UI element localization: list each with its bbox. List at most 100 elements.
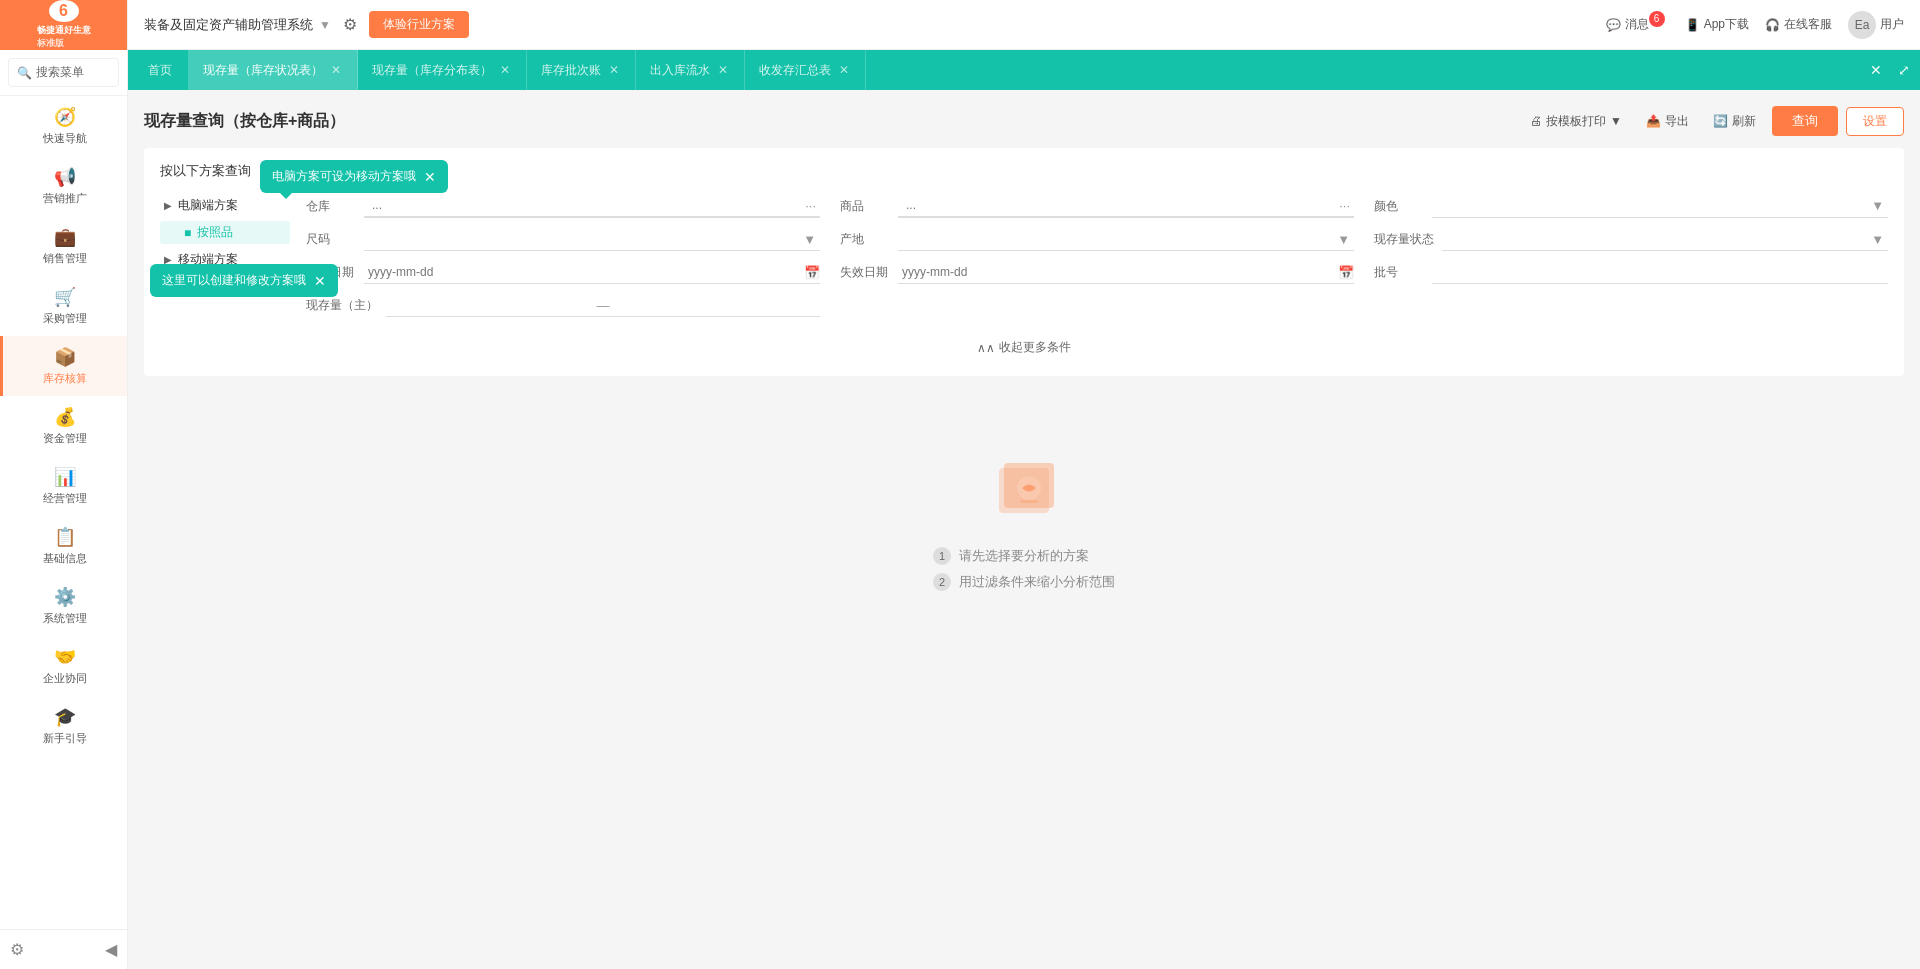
marketing-icon: 📢 xyxy=(54,166,76,188)
export-button[interactable]: 📤 导出 xyxy=(1638,108,1697,135)
color-select[interactable] xyxy=(1432,195,1888,217)
guide-icon: 🧭 xyxy=(54,106,76,128)
size-select[interactable] xyxy=(364,228,820,250)
inventory-icon: 📦 xyxy=(54,346,76,368)
header-settings-button[interactable]: ⚙ xyxy=(343,15,357,34)
stock-status-select[interactable] xyxy=(1442,228,1888,250)
tab-inventory-status-close[interactable]: ✕ xyxy=(329,63,343,77)
filter-expire-date: 失效日期 📅 xyxy=(840,261,1354,284)
filter-size: 尺码 ▼ xyxy=(306,228,820,251)
operation-icon: 📊 xyxy=(54,466,76,488)
sidebar-item-purchase[interactable]: 🛒 采购管理 xyxy=(0,276,127,336)
filter-color: 颜色 ▼ xyxy=(1374,194,1888,218)
tooltip-desktop-scheme: 电脑方案可设为移动方案哦 ✕ xyxy=(260,160,448,193)
collapse-filter-button[interactable]: ∧∧ 收起更多条件 xyxy=(160,331,1888,364)
product-input[interactable] xyxy=(898,194,1354,217)
top-right-actions: 💬 消息 6 📱 App下载 🎧 在线客服 Ea 用户 xyxy=(1606,11,1904,39)
filter-header: 按以下方案查询 + ✎ ◀◀ 电脑方案可设为移动方案哦 ✕ xyxy=(160,160,1888,182)
empty-step-1: 1 请先选择要分析的方案 xyxy=(933,547,1115,565)
message-button[interactable]: 💬 消息 6 xyxy=(1606,16,1669,33)
tooltip2-close-button[interactable]: ✕ xyxy=(314,273,326,289)
filter-produce-date: 生产日期 📅 xyxy=(306,261,820,284)
logo-icon: 6 xyxy=(49,0,79,22)
filter-batch-no: 批号 xyxy=(1374,261,1888,284)
header-settings-icon: ⚙ xyxy=(343,16,357,33)
warehouse-input[interactable] xyxy=(364,194,820,217)
message-icon: 💬 xyxy=(1606,18,1621,32)
filter-stock-qty: 现存量（主） — xyxy=(306,294,820,317)
user-avatar: Ea xyxy=(1848,11,1876,39)
sidebar-item-sales[interactable]: 💼 销售管理 xyxy=(0,216,127,276)
scheme-list: ▶ 电脑端方案 ■ 按照品 ▶ 移动端方案 xyxy=(160,194,290,271)
tab-in-out-flow[interactable]: 出入库流水 ✕ xyxy=(636,50,745,90)
sidebar-collapse-button[interactable]: ◀ xyxy=(105,940,117,959)
tab-batch-ledger[interactable]: 库存批次账 ✕ xyxy=(527,50,636,90)
stock-qty-min-input[interactable] xyxy=(386,294,591,316)
tab-expand-button[interactable]: ⤢ xyxy=(1892,58,1916,82)
scheme-desktop[interactable]: ▶ 电脑端方案 xyxy=(160,194,290,217)
stock-qty-max-input[interactable] xyxy=(616,294,821,316)
sales-icon: 💼 xyxy=(54,226,76,248)
print-button[interactable]: 🖨 按模板打印 ▼ xyxy=(1522,108,1630,135)
expire-date-input[interactable] xyxy=(898,261,1334,283)
filter-header-label: 按以下方案查询 xyxy=(160,162,251,180)
batch-no-input[interactable] xyxy=(1432,261,1888,284)
filter-stock-status: 现存量状态 ▼ xyxy=(1374,228,1888,251)
filter-product: 商品 ··· xyxy=(840,194,1354,218)
tab-inventory-status[interactable]: 现存量（库存状况表） ✕ xyxy=(189,50,358,90)
user-avatar-button[interactable]: Ea 用户 xyxy=(1848,11,1904,39)
tab-collect-summary-close[interactable]: ✕ xyxy=(837,63,851,77)
page-title: 现存量查询（按仓库+商品） xyxy=(144,111,345,132)
online-support-button[interactable]: 🎧 在线客服 xyxy=(1765,16,1832,33)
newbie-icon: 🎓 xyxy=(54,706,76,728)
print-chevron-icon: ▼ xyxy=(1610,114,1622,128)
query-button[interactable]: 查询 xyxy=(1772,106,1838,136)
scheme-desktop-sub1[interactable]: ■ 按照品 xyxy=(160,221,290,244)
search-icon: 🔍 xyxy=(17,66,32,80)
sidebar-item-finance[interactable]: 💰 资金管理 xyxy=(0,396,127,456)
empty-step-2: 2 用过滤条件来缩小分析范围 xyxy=(933,573,1115,591)
tab-in-out-flow-close[interactable]: ✕ xyxy=(716,63,730,77)
sidebar-item-marketing[interactable]: 📢 营销推广 xyxy=(0,156,127,216)
sidebar-item-enterprise[interactable]: 🤝 企业协同 xyxy=(0,636,127,696)
export-icon: 📤 xyxy=(1646,114,1661,128)
logo-text: 畅捷通好生意 标准版 xyxy=(37,24,91,50)
filter-warehouse: 仓库 ··· xyxy=(306,194,820,218)
svg-rect-3 xyxy=(1020,500,1038,503)
sidebar-item-system[interactable]: ⚙️ 系统管理 xyxy=(0,576,127,636)
top-header: 装备及固定资产辅助管理系统 ▼ ⚙ 体验行业方案 💬 消息 6 📱 App下载 … xyxy=(128,0,1920,50)
settings-small-icon: ⚙ xyxy=(10,941,24,958)
finance-icon: 💰 xyxy=(54,406,76,428)
collapse-icon: ◀ xyxy=(105,941,117,958)
content-area: 现存量查询（按仓库+商品） 🖨 按模板打印 ▼ 📤 导出 🔄 刷新 查询 xyxy=(128,90,1920,969)
set-button[interactable]: 设置 xyxy=(1846,107,1904,136)
filter-panel: 按以下方案查询 + ✎ ◀◀ 电脑方案可设为移动方案哦 ✕ ▶ 电脑端方案 xyxy=(144,148,1904,376)
tab-home[interactable]: 首页 xyxy=(132,50,189,90)
tab-batch-ledger-close[interactable]: ✕ xyxy=(607,63,621,77)
page-actions: 🖨 按模板打印 ▼ 📤 导出 🔄 刷新 查询 设置 xyxy=(1522,106,1904,136)
sidebar-item-guide[interactable]: 🧭 快速导航 xyxy=(0,96,127,156)
sidebar-item-operation[interactable]: 📊 经营管理 xyxy=(0,456,127,516)
produce-date-calendar-icon[interactable]: 📅 xyxy=(804,265,820,280)
tab-inventory-dist[interactable]: 现存量（库存分布表） ✕ xyxy=(358,50,527,90)
system-name: 装备及固定资产辅助管理系统 ▼ xyxy=(144,16,331,34)
sidebar-item-newbie[interactable]: 🎓 新手引导 xyxy=(0,696,127,756)
tab-close-all-button[interactable]: ✕ xyxy=(1864,58,1888,82)
tab-collect-summary[interactable]: 收发存汇总表 ✕ xyxy=(745,50,866,90)
tooltip1-close-button[interactable]: ✕ xyxy=(424,169,436,185)
produce-date-input[interactable] xyxy=(364,261,800,283)
tab-inventory-dist-close[interactable]: ✕ xyxy=(498,63,512,77)
print-icon: 🖨 xyxy=(1530,114,1542,128)
search-menu-button[interactable]: 🔍 搜索菜单 xyxy=(8,58,119,87)
page-header: 现存量查询（按仓库+商品） 🖨 按模板打印 ▼ 📤 导出 🔄 刷新 查询 xyxy=(144,106,1904,136)
industry-solution-button[interactable]: 体验行业方案 xyxy=(369,11,469,38)
expire-date-calendar-icon[interactable]: 📅 xyxy=(1338,265,1354,280)
sidebar-item-basic[interactable]: 📋 基础信息 xyxy=(0,516,127,576)
origin-select[interactable] xyxy=(898,228,1354,250)
app-download-button[interactable]: 📱 App下载 xyxy=(1685,16,1749,33)
sidebar-settings-button[interactable]: ⚙ xyxy=(10,940,24,959)
sidebar-item-inventory[interactable]: 📦 库存核算 xyxy=(0,336,127,396)
refresh-button[interactable]: 🔄 刷新 xyxy=(1705,108,1764,135)
phone-icon: 📱 xyxy=(1685,18,1700,32)
refresh-icon: 🔄 xyxy=(1713,114,1728,128)
